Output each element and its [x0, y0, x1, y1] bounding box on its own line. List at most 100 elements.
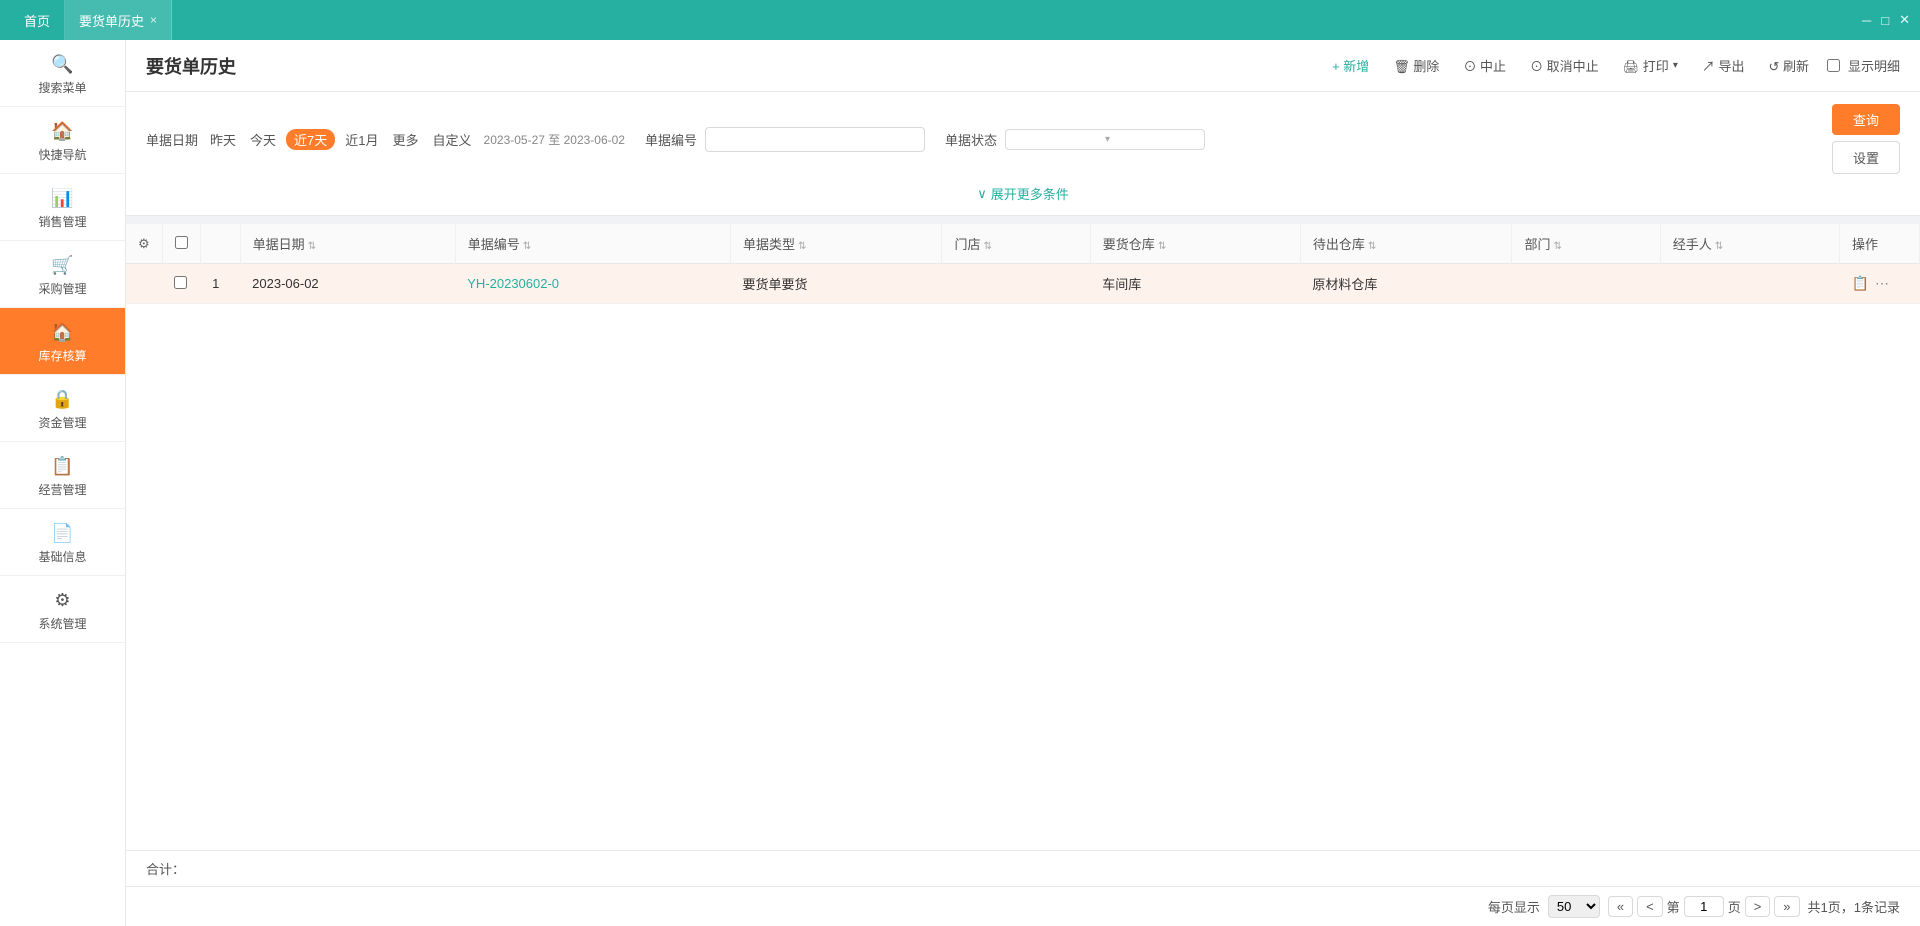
filter-area: 单据日期 昨天 今天 近7天 近1月 更多 自定义 2023-05-27 至 2…: [126, 92, 1920, 216]
date-filter-label: 单据日期: [146, 130, 198, 149]
table-row: 1 2023-06-02 YH-20230602-0 要货单要货 车间库 原材料…: [126, 264, 1920, 304]
sort-store-icon: ⇅: [984, 241, 992, 252]
data-table: ⚙ 单据日期⇅ 单据编号⇅ 单据类型⇅: [126, 224, 1920, 304]
sidebar-item-base-info[interactable]: 📄 基础信息: [0, 509, 125, 576]
sort-reqwh-icon: ⇅: [1158, 241, 1166, 252]
expand-more-btn[interactable]: ∨ 展开更多条件: [146, 184, 1900, 203]
stop-button[interactable]: ⊙ 中止: [1457, 52, 1512, 79]
tab-close-icon[interactable]: ×: [150, 13, 157, 27]
th-checkbox: [162, 224, 200, 264]
select-all-checkbox[interactable]: [175, 236, 188, 249]
status-dropdown-icon: ▾: [1105, 134, 1196, 145]
page-nav: « < 第 页 > »: [1608, 896, 1800, 917]
sort-handler-icon: ⇅: [1715, 241, 1723, 252]
cancel-stop-button[interactable]: ⊙ 取消中止: [1524, 52, 1605, 79]
sidebar-item-search-menu[interactable]: 🔍 搜索菜单: [0, 40, 125, 107]
date-opt-today[interactable]: 今天: [246, 129, 280, 150]
page-label: 第: [1667, 897, 1680, 916]
th-handler[interactable]: 经手人⇅: [1660, 224, 1839, 264]
export-button[interactable]: ↗ 导出: [1696, 52, 1751, 79]
td-department: [1512, 264, 1660, 304]
th-date[interactable]: 单据日期⇅: [240, 224, 455, 264]
doc-no-filter-label: 单据编号: [645, 130, 697, 149]
td-checkbox: [162, 264, 200, 304]
status-select[interactable]: ▾: [1005, 129, 1205, 150]
sidebar: 🔍 搜索菜单 🏠 快捷导航 📊 销售管理 🛒 采购管理 🏠 库存核算 🔒 资金管…: [0, 40, 126, 926]
sidebar-item-label: 采购管理: [38, 280, 86, 297]
main-layout: 🔍 搜索菜单 🏠 快捷导航 📊 销售管理 🛒 采购管理 🏠 库存核算 🔒 资金管…: [0, 40, 1920, 926]
delete-button[interactable]: 🗑 删除: [1387, 52, 1445, 79]
sidebar-item-system-mgmt[interactable]: ⚙ 系统管理: [0, 576, 125, 643]
doc-no-input[interactable]: [705, 127, 925, 152]
date-opt-yesterday[interactable]: 昨天: [206, 129, 240, 150]
sort-dept-icon: ⇅: [1553, 241, 1561, 252]
date-opt-7days[interactable]: 近7天: [286, 129, 335, 150]
query-button[interactable]: 查询: [1832, 104, 1900, 135]
sidebar-item-quick-nav[interactable]: 🏠 快捷导航: [0, 107, 125, 174]
last-page-btn[interactable]: »: [1774, 896, 1799, 917]
sidebar-item-purchase-mgmt[interactable]: 🛒 采购管理: [0, 241, 125, 308]
row-checkbox[interactable]: [174, 276, 187, 289]
search-menu-icon: 🔍: [51, 54, 73, 75]
expand-more-icon: ∨: [977, 186, 987, 202]
td-settings: [126, 264, 162, 304]
row-more-icon[interactable]: ⋯: [1875, 275, 1889, 292]
settings-button[interactable]: 设置: [1832, 141, 1900, 174]
sort-date-icon: ⇅: [308, 241, 316, 252]
next-page-btn[interactable]: >: [1745, 896, 1771, 917]
table-footer: 合计：: [126, 850, 1920, 886]
doc-no-link[interactable]: YH-20230602-0: [467, 276, 559, 291]
sort-doctype-icon: ⇅: [798, 241, 806, 252]
row-edit-icon[interactable]: 📋: [1852, 275, 1869, 292]
td-store: [942, 264, 1090, 304]
first-page-btn[interactable]: «: [1608, 896, 1633, 917]
sidebar-item-operations-mgmt[interactable]: 📋 经营管理: [0, 442, 125, 509]
sidebar-item-label: 销售管理: [38, 213, 86, 230]
display-detail-checkbox[interactable]: [1827, 59, 1840, 72]
column-settings-icon[interactable]: ⚙: [138, 236, 150, 251]
tab-home[interactable]: 首页: [10, 0, 65, 40]
prev-page-btn[interactable]: <: [1637, 896, 1663, 917]
new-button[interactable]: + 新增: [1326, 52, 1375, 79]
sidebar-item-inventory[interactable]: 🏠 库存核算: [0, 308, 125, 375]
window-controls: ─ □ ✕: [1862, 12, 1910, 28]
th-req-warehouse[interactable]: 要货仓库⇅: [1090, 224, 1300, 264]
date-opt-custom[interactable]: 自定义: [429, 129, 476, 150]
purchase-mgmt-icon: 🛒: [51, 255, 73, 276]
date-options: 昨天 今天 近7天 近1月 更多 自定义: [206, 129, 476, 150]
sidebar-item-sales-mgmt[interactable]: 📊 销售管理: [0, 174, 125, 241]
sort-pendwh-icon: ⇅: [1368, 241, 1376, 252]
th-department[interactable]: 部门⇅: [1512, 224, 1660, 264]
page-num-input[interactable]: [1684, 896, 1724, 917]
td-handler: [1660, 264, 1839, 304]
refresh-button[interactable]: ↺ 刷新: [1762, 52, 1815, 79]
th-pending-warehouse[interactable]: 待出仓库⇅: [1300, 224, 1512, 264]
status-filter-label: 单据状态: [945, 130, 997, 149]
window-maximize[interactable]: □: [1881, 13, 1889, 28]
sidebar-item-label: 基础信息: [38, 548, 86, 565]
td-doc-no: YH-20230602-0: [455, 264, 730, 304]
table-wrapper: ⚙ 单据日期⇅ 单据编号⇅ 单据类型⇅: [126, 224, 1920, 850]
page-title: 要货单历史: [146, 53, 236, 79]
filter-row: 单据日期 昨天 今天 近7天 近1月 更多 自定义 2023-05-27 至 2…: [146, 104, 1900, 174]
th-doc-no[interactable]: 单据编号⇅: [455, 224, 730, 264]
quick-nav-icon: 🏠: [51, 121, 73, 142]
sidebar-item-label: 系统管理: [38, 615, 86, 632]
top-bar: 首页 要货单历史 × ─ □ ✕: [0, 0, 1920, 40]
th-store[interactable]: 门店⇅: [942, 224, 1090, 264]
tab-active[interactable]: 要货单历史 ×: [65, 0, 172, 40]
per-page-select[interactable]: 20 50 100: [1548, 895, 1600, 918]
th-doc-type[interactable]: 单据类型⇅: [730, 224, 942, 264]
window-close[interactable]: ✕: [1899, 12, 1910, 28]
total-info: 共1页，1条记录: [1808, 897, 1900, 916]
date-opt-more[interactable]: 更多: [389, 129, 423, 150]
print-button[interactable]: 🖨 打印 ▾: [1617, 52, 1684, 79]
window-minimize[interactable]: ─: [1862, 13, 1871, 28]
sidebar-item-finance-mgmt[interactable]: 🔒 资金管理: [0, 375, 125, 442]
system-mgmt-icon: ⚙: [54, 590, 70, 611]
display-detail-toggle[interactable]: 显示明细: [1827, 56, 1900, 75]
date-opt-1month[interactable]: 近1月: [341, 129, 382, 150]
page-suffix: 页: [1728, 897, 1741, 916]
td-num: 1: [200, 264, 240, 304]
per-page-label: 每页显示: [1488, 897, 1540, 916]
